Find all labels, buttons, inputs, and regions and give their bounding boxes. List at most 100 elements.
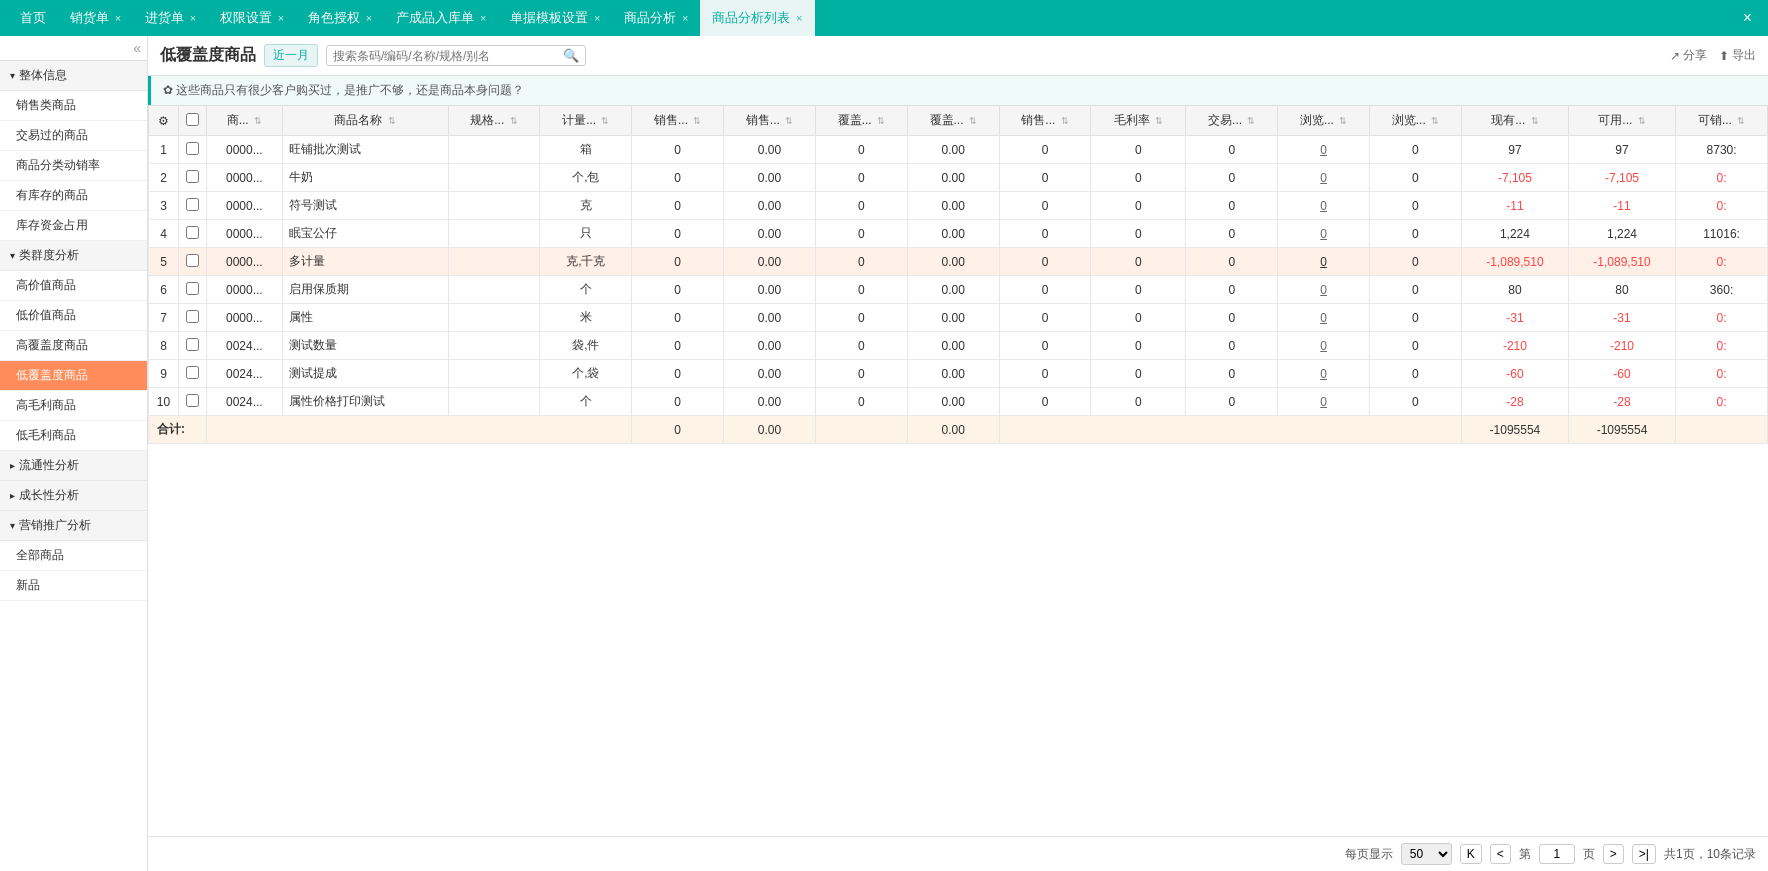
share-btn[interactable]: ↗ 分享 (1670, 47, 1707, 64)
th-cover1[interactable]: 覆盖... ⇅ (815, 106, 907, 136)
sidebar-item-low-value[interactable]: 低价值商品 (0, 301, 147, 331)
export-btn[interactable]: ⬆ 导出 (1719, 47, 1756, 64)
nav-close-template[interactable]: × (594, 12, 600, 24)
table-container[interactable]: ⚙ 商... ⇅ 商品名称 ⇅ 规格... ⇅ 计量... ⇅ 销售... ⇅ … (148, 105, 1768, 836)
sidebar-item-high-gross[interactable]: 高毛利商品 (0, 391, 147, 421)
row-checkbox[interactable] (186, 226, 199, 239)
th-trade[interactable]: 交易... ⇅ (1186, 106, 1278, 136)
th-browse2[interactable]: 浏览... ⇅ (1370, 106, 1462, 136)
nav-role-auth[interactable]: 角色授权 × (296, 0, 384, 36)
search-input[interactable] (333, 49, 563, 63)
nav-product-analysis-list[interactable]: 商品分析列表 × (700, 0, 814, 36)
cell-avail-stock: -1,089,510 (1568, 248, 1675, 276)
page-input[interactable] (1539, 844, 1575, 864)
cell-checkbox[interactable] (179, 360, 207, 388)
cell-browse1[interactable]: 0 (1278, 388, 1370, 416)
prev-page-btn[interactable]: < (1490, 844, 1511, 864)
row-checkbox[interactable] (186, 170, 199, 183)
th-unit[interactable]: 计量... ⇅ (540, 106, 632, 136)
sidebar-item-new-products[interactable]: 新品 (0, 571, 147, 601)
th-gross[interactable]: 毛利率 ⇅ (1091, 106, 1186, 136)
cell-browse1[interactable]: 0 (1278, 276, 1370, 304)
select-all-checkbox[interactable] (186, 113, 199, 126)
th-spec[interactable]: 规格... ⇅ (448, 106, 540, 136)
cell-trade: 0 (1186, 164, 1278, 192)
cell-browse1[interactable]: 0 (1278, 360, 1370, 388)
row-checkbox[interactable] (186, 394, 199, 407)
per-page-select[interactable]: 50 20 100 (1401, 843, 1452, 865)
cell-checkbox[interactable] (179, 164, 207, 192)
th-saleable[interactable]: 可销... ⇅ (1676, 106, 1768, 136)
search-icon[interactable]: 🔍 (563, 48, 579, 63)
next-page-btn[interactable]: > (1603, 844, 1624, 864)
sidebar-section-liquidity[interactable]: ▸ 流通性分析 (0, 451, 147, 481)
nav-close-permissions[interactable]: × (278, 12, 284, 24)
th-name[interactable]: 商品名称 ⇅ (282, 106, 448, 136)
sidebar-item-high-coverage[interactable]: 高覆盖度商品 (0, 331, 147, 361)
row-checkbox[interactable] (186, 254, 199, 267)
th-avail-stock[interactable]: 可用... ⇅ (1568, 106, 1675, 136)
sidebar-item-all-products[interactable]: 全部商品 (0, 541, 147, 571)
th-sales3[interactable]: 销售... ⇅ (999, 106, 1091, 136)
cell-browse1[interactable]: 0 (1278, 164, 1370, 192)
th-checkbox[interactable] (179, 106, 207, 136)
cell-checkbox[interactable] (179, 304, 207, 332)
row-checkbox[interactable] (186, 366, 199, 379)
nav-close-product-stock[interactable]: × (480, 12, 486, 24)
cell-checkbox[interactable] (179, 332, 207, 360)
row-checkbox[interactable] (186, 338, 199, 351)
cell-browse1[interactable]: 0 (1278, 192, 1370, 220)
th-sales-amt[interactable]: 销售... ⇅ (724, 106, 816, 136)
nav-home[interactable]: 首页 (8, 0, 58, 36)
sidebar-item-sales-products[interactable]: 销售类商品 (0, 91, 147, 121)
cell-checkbox[interactable] (179, 136, 207, 164)
sidebar-item-high-value[interactable]: 高价值商品 (0, 271, 147, 301)
th-sales-qty[interactable]: 销售... ⇅ (632, 106, 724, 136)
row-checkbox[interactable] (186, 282, 199, 295)
nav-close-purchase[interactable]: × (190, 12, 196, 24)
cell-browse1[interactable]: 0 (1278, 248, 1370, 276)
th-browse1[interactable]: 浏览... ⇅ (1278, 106, 1370, 136)
nav-close-sales[interactable]: × (115, 12, 121, 24)
row-checkbox[interactable] (186, 310, 199, 323)
cell-checkbox[interactable] (179, 220, 207, 248)
nav-close-role-auth[interactable]: × (366, 12, 372, 24)
th-cover2[interactable]: 覆盖... ⇅ (907, 106, 999, 136)
sidebar-collapse-btn[interactable]: « (0, 36, 147, 61)
nav-close-product-analysis[interactable]: × (682, 12, 688, 24)
cell-checkbox[interactable] (179, 192, 207, 220)
cell-browse1[interactable]: 0 (1278, 136, 1370, 164)
th-current-stock[interactable]: 现有... ⇅ (1461, 106, 1568, 136)
cell-browse1[interactable]: 0 (1278, 332, 1370, 360)
nav-sales[interactable]: 销货单 × (58, 0, 133, 36)
nav-template-settings[interactable]: 单据模板设置 × (498, 0, 612, 36)
row-checkbox[interactable] (186, 198, 199, 211)
last-page-btn[interactable]: >| (1632, 844, 1656, 864)
sidebar-section-overall[interactable]: ▾ 整体信息 (0, 61, 147, 91)
sidebar-item-in-stock[interactable]: 有库存的商品 (0, 181, 147, 211)
nav-purchase[interactable]: 进货单 × (133, 0, 208, 36)
time-filter-btn[interactable]: 近一月 (264, 44, 318, 67)
sidebar-section-growth[interactable]: ▸ 成长性分析 (0, 481, 147, 511)
cell-checkbox[interactable] (179, 276, 207, 304)
first-page-btn[interactable]: K (1460, 844, 1482, 864)
nav-product-stock[interactable]: 产成品入库单 × (384, 0, 498, 36)
nav-product-analysis[interactable]: 商品分析 × (612, 0, 700, 36)
nav-permissions[interactable]: 权限设置 × (208, 0, 296, 36)
sidebar-item-traded-products[interactable]: 交易过的商品 (0, 121, 147, 151)
cell-checkbox[interactable] (179, 388, 207, 416)
sidebar-section-cluster[interactable]: ▾ 类群度分析 (0, 241, 147, 271)
cell-browse1[interactable]: 0 (1278, 304, 1370, 332)
close-all-tabs[interactable]: × (1735, 9, 1760, 27)
cell-checkbox[interactable] (179, 248, 207, 276)
th-code[interactable]: 商... ⇅ (207, 106, 283, 136)
sidebar-section-marketing[interactable]: ▾ 营销推广分析 (0, 511, 147, 541)
th-settings[interactable]: ⚙ (149, 106, 179, 136)
sidebar-item-low-gross[interactable]: 低毛利商品 (0, 421, 147, 451)
sidebar-item-category-rate[interactable]: 商品分类动销率 (0, 151, 147, 181)
row-checkbox[interactable] (186, 142, 199, 155)
sidebar-item-stock-capital[interactable]: 库存资金占用 (0, 211, 147, 241)
cell-browse1[interactable]: 0 (1278, 220, 1370, 248)
sidebar-item-low-coverage[interactable]: 低覆盖度商品 (0, 361, 147, 391)
nav-close-product-analysis-list[interactable]: × (796, 12, 802, 24)
